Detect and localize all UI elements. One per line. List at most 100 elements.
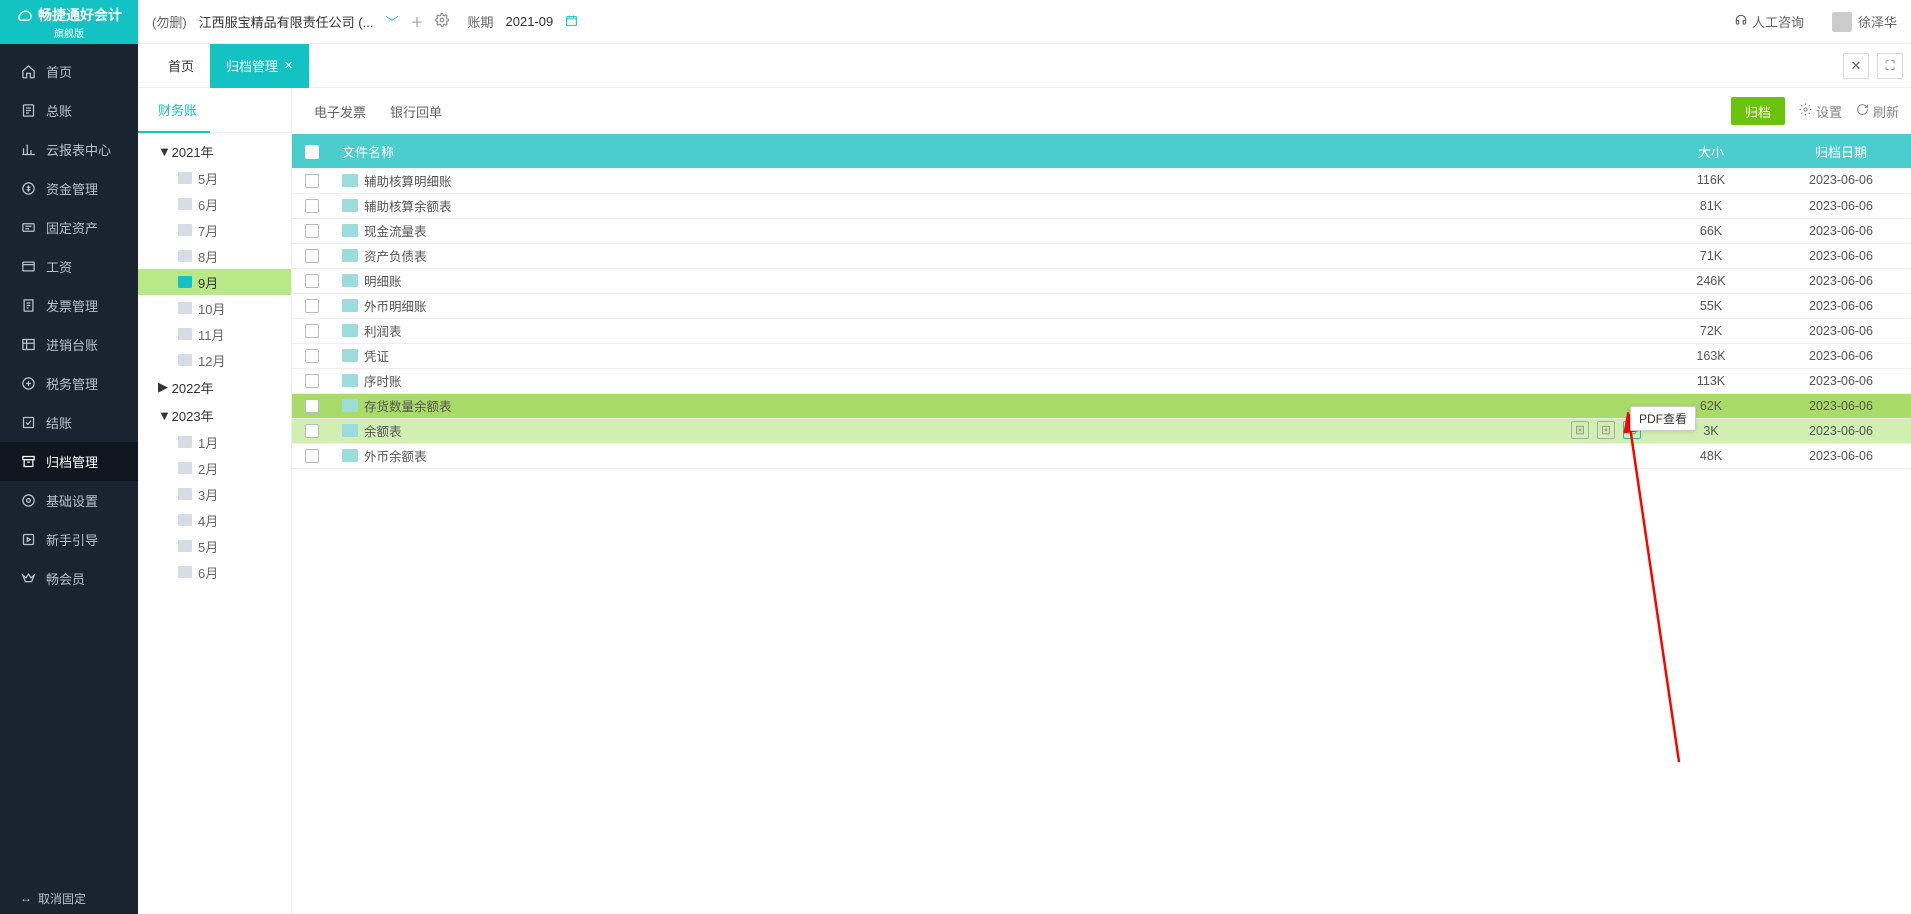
nav-item-funds[interactable]: 资金管理 [0, 169, 138, 208]
brand-logo: 畅捷通好会计 旗舰版 [0, 0, 138, 44]
expand-button[interactable]: ⛶ [1877, 53, 1903, 79]
nav-item-vip[interactable]: 畅会员 [0, 559, 138, 598]
sub-tab[interactable]: 财务账 [138, 88, 210, 133]
nav-item-report[interactable]: 云报表中心 [0, 130, 138, 169]
export-xls-icon[interactable] [1571, 421, 1589, 439]
company-settings-icon[interactable] [435, 13, 449, 30]
nav-label: 云报表中心 [46, 140, 111, 159]
nav-item-close[interactable]: 结账 [0, 403, 138, 442]
file-name: 外币余额表 [364, 446, 427, 465]
company-chevron-down-icon[interactable]: ﹀ [385, 12, 398, 31]
nav-item-inout[interactable]: 进销台账 [0, 325, 138, 364]
tree-year[interactable]: ▼ 2023年 [138, 401, 291, 429]
nav-label: 发票管理 [46, 296, 98, 315]
folder-icon [178, 198, 192, 210]
main: (勿删) 江西服宝精品有限责任公司 (... ﹀ ＋ 账期 2021-09 人工… [138, 0, 1911, 914]
month-label: 6月 [198, 195, 218, 214]
tree-month[interactable]: 1月 [138, 429, 291, 455]
tree-month[interactable]: 6月 [138, 559, 291, 585]
sub-tab[interactable]: 银行回单 [390, 88, 442, 134]
refresh-button[interactable]: 刷新 [1856, 102, 1899, 121]
year-label: 2023年 [172, 406, 214, 425]
settings-button[interactable]: 设置 [1799, 102, 1842, 121]
page-tab[interactable]: 首页 [152, 44, 210, 88]
table-row[interactable]: 辅助核算明细账116K2023-06-06 [292, 168, 1911, 193]
tree-month[interactable]: 9月 [138, 269, 291, 295]
calendar-icon[interactable] [565, 14, 578, 30]
tree-month[interactable]: 7月 [138, 217, 291, 243]
row-checkbox[interactable] [305, 424, 319, 438]
table-row[interactable]: 凭证163K2023-06-06 [292, 343, 1911, 368]
tree-month[interactable]: 2月 [138, 455, 291, 481]
tree-month[interactable]: 5月 [138, 533, 291, 559]
row-checkbox[interactable] [305, 224, 319, 238]
row-checkbox[interactable] [305, 274, 319, 288]
folder-icon [178, 514, 192, 526]
consult-button[interactable]: 人工咨询 [1734, 12, 1804, 31]
sub-tab[interactable]: 电子发票 [314, 88, 366, 134]
folder-icon [178, 172, 192, 184]
inout-icon [20, 337, 36, 353]
tree-month[interactable]: 4月 [138, 507, 291, 533]
tree-year[interactable]: ▶ 2022年 [138, 373, 291, 401]
tree-month[interactable]: 6月 [138, 191, 291, 217]
month-label: 5月 [198, 169, 218, 188]
folder-icon [178, 224, 192, 236]
file-name: 余额表 [364, 421, 402, 440]
col-checkbox[interactable] [292, 134, 332, 168]
month-label: 1月 [198, 433, 218, 452]
export-pdf-icon[interactable] [1597, 421, 1615, 439]
period-value[interactable]: 2021-09 [506, 14, 554, 29]
table-row[interactable]: 资产负债表71K2023-06-06 [292, 243, 1911, 268]
nav-item-wage[interactable]: 工资 [0, 247, 138, 286]
page-tab[interactable]: 归档管理✕ [210, 44, 309, 88]
tree-month[interactable]: 12月 [138, 347, 291, 373]
user-menu[interactable]: 徐泽华 [1832, 12, 1897, 32]
table-row[interactable]: 外币余额表48K2023-06-06 [292, 443, 1911, 468]
row-checkbox[interactable] [305, 249, 319, 263]
pin-icon: ↔ [20, 891, 32, 905]
nav-item-assets[interactable]: 固定资产 [0, 208, 138, 247]
table-row[interactable]: 辅助核算余额表81K2023-06-06 [292, 193, 1911, 218]
nav-item-invoice[interactable]: 发票管理 [0, 286, 138, 325]
row-checkbox[interactable] [305, 399, 319, 413]
folder-icon [342, 274, 358, 287]
close-icon[interactable]: ✕ [284, 59, 293, 72]
table-row[interactable]: 明细账246K2023-06-06 [292, 268, 1911, 293]
row-checkbox[interactable] [305, 374, 319, 388]
funds-icon [20, 181, 36, 197]
table-row[interactable]: 序时账113K2023-06-06 [292, 368, 1911, 393]
nav-label: 固定资产 [46, 218, 98, 237]
tree-year[interactable]: ▼ 2021年 [138, 137, 291, 165]
folder-icon [178, 488, 192, 500]
close-tab-button[interactable]: ✕ [1843, 53, 1869, 79]
ledger-icon [20, 103, 36, 119]
unpin-button[interactable]: ↔ 取消固定 [0, 882, 138, 914]
row-checkbox[interactable] [305, 299, 319, 313]
row-checkbox[interactable] [305, 349, 319, 363]
tree-month[interactable]: 3月 [138, 481, 291, 507]
file-date: 2023-06-06 [1771, 418, 1911, 443]
nav-item-home[interactable]: 首页 [0, 52, 138, 91]
row-checkbox[interactable] [305, 449, 319, 463]
nav-item-settings[interactable]: 基础设置 [0, 481, 138, 520]
table-row[interactable]: 利润表72K2023-06-06 [292, 318, 1911, 343]
row-checkbox[interactable] [305, 199, 319, 213]
nav-item-guide[interactable]: 新手引导 [0, 520, 138, 559]
table-row[interactable]: 外币明细账55K2023-06-06 [292, 293, 1911, 318]
nav-item-archive[interactable]: 归档管理 [0, 442, 138, 481]
nav-item-ledger[interactable]: 总账 [0, 91, 138, 130]
folder-icon [178, 302, 192, 314]
add-company-icon[interactable]: ＋ [410, 12, 423, 31]
tree-month[interactable]: 11月 [138, 321, 291, 347]
tree-month[interactable]: 8月 [138, 243, 291, 269]
tree-month[interactable]: 10月 [138, 295, 291, 321]
archive-button[interactable]: 归档 [1731, 97, 1785, 125]
tree-month[interactable]: 5月 [138, 165, 291, 191]
table-row[interactable]: 现金流量表66K2023-06-06 [292, 218, 1911, 243]
tooltip-text: PDF查看 [1639, 412, 1687, 426]
nav-item-tax[interactable]: 税务管理 [0, 364, 138, 403]
company-name: 江西服宝精品有限责任公司 (... [199, 12, 374, 31]
row-checkbox[interactable] [305, 324, 319, 338]
row-checkbox[interactable] [305, 174, 319, 188]
